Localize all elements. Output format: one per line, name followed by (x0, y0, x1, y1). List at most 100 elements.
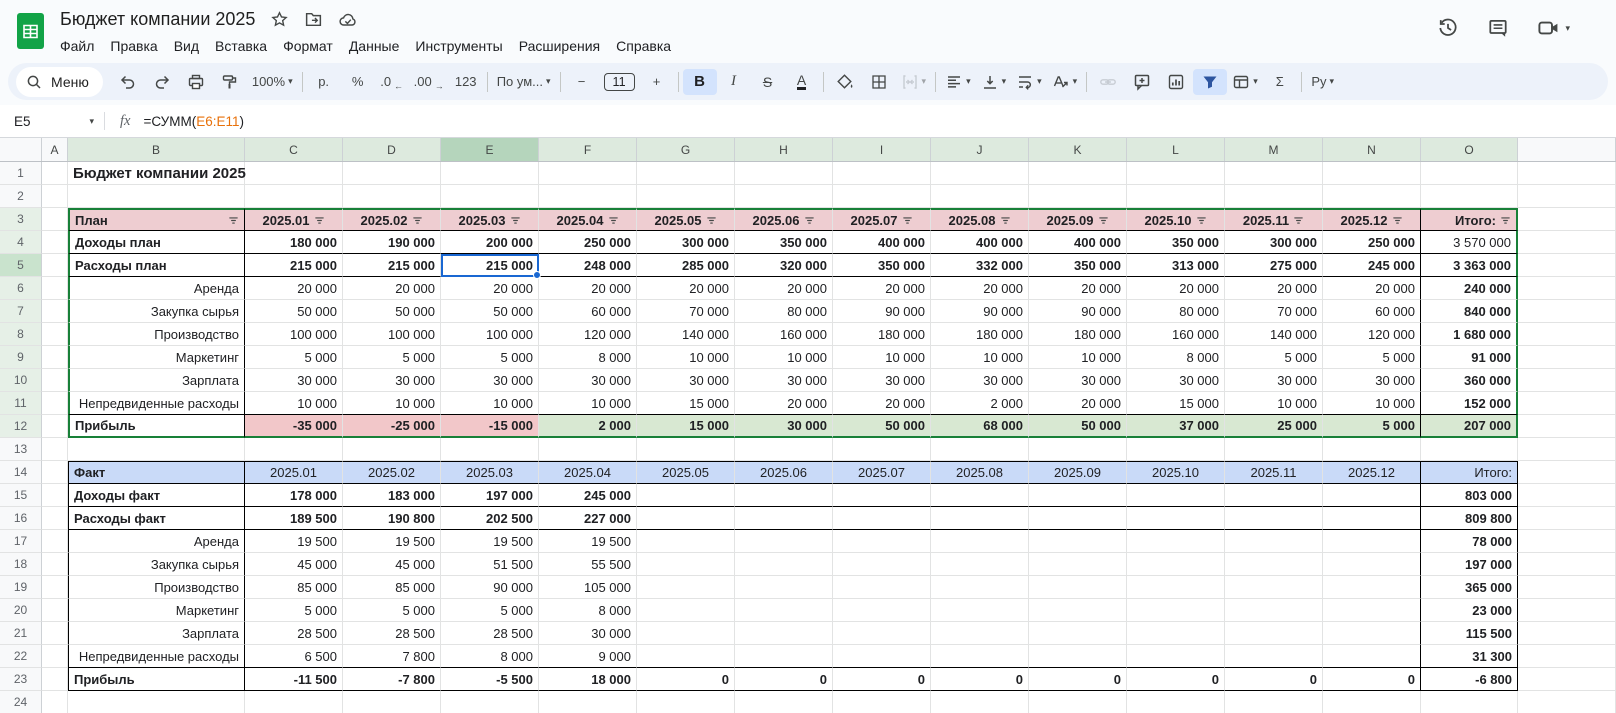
cell-C20[interactable]: 5 000 (245, 599, 343, 622)
cell-A14[interactable] (42, 461, 68, 484)
cell-L7[interactable]: 80 000 (1127, 300, 1225, 323)
cell-J11[interactable]: 2 000 (931, 392, 1029, 415)
cell-B1[interactable]: Бюджет компании 2025 (68, 162, 246, 185)
cell-P23[interactable] (1518, 668, 1616, 691)
cell-C17[interactable]: 19 500 (245, 530, 343, 553)
cell-F21[interactable]: 30 000 (539, 622, 637, 645)
column-header-N[interactable]: N (1323, 138, 1421, 161)
cell-G4[interactable]: 300 000 (637, 231, 735, 254)
cell-A4[interactable] (42, 231, 68, 254)
table-views-button[interactable]: ▾ (1227, 69, 1263, 95)
filter-icon[interactable] (412, 215, 423, 226)
filter-icon[interactable] (902, 215, 913, 226)
menu-help[interactable]: Справка (608, 35, 679, 57)
cell-I2[interactable] (833, 185, 931, 208)
cell-N16[interactable] (1323, 507, 1421, 530)
cell-G5[interactable]: 285 000 (637, 254, 735, 277)
cell-A7[interactable] (42, 300, 68, 323)
video-call-icon[interactable]: ▾ (1537, 16, 1570, 40)
column-header-B[interactable]: B (68, 138, 245, 161)
cell-C11[interactable]: 10 000 (245, 392, 343, 415)
cell-I18[interactable] (833, 553, 931, 576)
font-size-decrease[interactable]: − (565, 69, 599, 95)
cell-H23[interactable]: 0 (735, 668, 833, 691)
cell-M23[interactable]: 0 (1225, 668, 1323, 691)
cell-F15[interactable]: 245 000 (539, 484, 637, 507)
cell-E10[interactable]: 30 000 (441, 369, 539, 392)
cell-D6[interactable]: 20 000 (343, 277, 441, 300)
cell-J6[interactable]: 20 000 (931, 277, 1029, 300)
cell-F10[interactable]: 30 000 (539, 369, 637, 392)
cell-O2[interactable] (1421, 185, 1518, 208)
cell-F12[interactable]: 2 000 (539, 415, 637, 438)
column-header-I[interactable]: I (833, 138, 931, 161)
cell-G22[interactable] (637, 645, 735, 668)
cell-M3[interactable]: 2025.11 (1225, 208, 1323, 231)
cell-A1[interactable] (42, 162, 68, 185)
column-header-K[interactable]: K (1029, 138, 1127, 161)
cell-G16[interactable] (637, 507, 735, 530)
cell-I20[interactable] (833, 599, 931, 622)
more-formats-button[interactable]: 123 (449, 69, 483, 95)
cell-A15[interactable] (42, 484, 68, 507)
cell-E20[interactable]: 5 000 (441, 599, 539, 622)
cell-I13[interactable] (833, 438, 931, 461)
cell-H15[interactable] (735, 484, 833, 507)
row-header-3[interactable]: 3 (0, 208, 42, 231)
column-header-C[interactable]: C (245, 138, 343, 161)
cell-M7[interactable]: 70 000 (1225, 300, 1323, 323)
cell-O24[interactable] (1421, 691, 1518, 713)
move-to-folder-icon[interactable] (304, 10, 323, 29)
text-rotation-button[interactable]: ▾ (1047, 69, 1083, 95)
cell-O4[interactable]: 3 570 000 (1421, 231, 1518, 254)
cell-E6[interactable]: 20 000 (441, 277, 539, 300)
cell-K16[interactable] (1029, 507, 1127, 530)
document-title[interactable]: Бюджет компании 2025 (60, 9, 255, 30)
cell-M12[interactable]: 25 000 (1225, 415, 1323, 438)
cell-O23[interactable]: -6 800 (1421, 668, 1518, 691)
cell-P14[interactable] (1518, 461, 1616, 484)
cell-F14[interactable]: 2025.04 (539, 461, 637, 484)
cell-I6[interactable]: 20 000 (833, 277, 931, 300)
cell-K5[interactable]: 350 000 (1029, 254, 1127, 277)
cell-A21[interactable] (42, 622, 68, 645)
cell-F20[interactable]: 8 000 (539, 599, 637, 622)
cell-C2[interactable] (245, 185, 343, 208)
cell-M24[interactable] (1225, 691, 1323, 713)
cell-D11[interactable]: 10 000 (343, 392, 441, 415)
cell-G11[interactable]: 15 000 (637, 392, 735, 415)
cell-M18[interactable] (1225, 553, 1323, 576)
cell-F8[interactable]: 120 000 (539, 323, 637, 346)
cell-M16[interactable] (1225, 507, 1323, 530)
cell-K7[interactable]: 90 000 (1029, 300, 1127, 323)
cell-J13[interactable] (931, 438, 1029, 461)
cell-A12[interactable] (42, 415, 68, 438)
row-header-12[interactable]: 12 (0, 415, 42, 438)
cell-F5[interactable]: 248 000 (539, 254, 637, 277)
cell-A17[interactable] (42, 530, 68, 553)
cell-L13[interactable] (1127, 438, 1225, 461)
font-size-increase[interactable]: + (640, 69, 674, 95)
cell-H21[interactable] (735, 622, 833, 645)
cell-F24[interactable] (539, 691, 637, 713)
cell-F4[interactable]: 250 000 (539, 231, 637, 254)
cell-N20[interactable] (1323, 599, 1421, 622)
cell-O16[interactable]: 809 800 (1421, 507, 1518, 530)
cell-I14[interactable]: 2025.07 (833, 461, 931, 484)
strikethrough-button[interactable]: S (751, 69, 785, 95)
cell-B11[interactable]: Непредвиденные расходы (68, 392, 245, 415)
dropdown-caret-icon[interactable]: ▾ (1002, 76, 1007, 87)
bold-button[interactable]: B (682, 68, 717, 95)
cell-A11[interactable] (42, 392, 68, 415)
cell-B6[interactable]: Аренда (68, 277, 245, 300)
name-box-caret-icon[interactable]: ▾ (89, 116, 94, 127)
text-color-button[interactable]: A (785, 69, 819, 95)
cell-K17[interactable] (1029, 530, 1127, 553)
cell-K6[interactable]: 20 000 (1029, 277, 1127, 300)
print-button[interactable] (179, 69, 213, 95)
cell-O18[interactable]: 197 000 (1421, 553, 1518, 576)
filter-icon[interactable] (706, 215, 717, 226)
cell-F23[interactable]: 18 000 (539, 668, 637, 691)
cell-L8[interactable]: 160 000 (1127, 323, 1225, 346)
cell-B19[interactable]: Производство (68, 576, 245, 599)
